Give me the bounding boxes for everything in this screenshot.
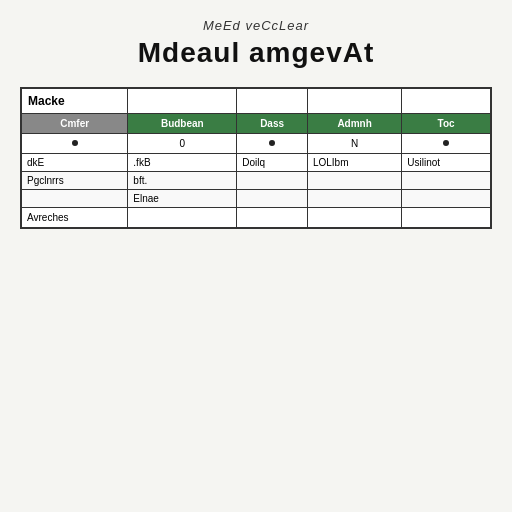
row0-col5 <box>402 134 491 154</box>
main-table: Macke Cmfer Budbean Dass Admnh Toc 0 N <box>20 87 492 229</box>
row1-col4: LOLIbm <box>307 154 401 172</box>
row2-col3 <box>237 172 308 190</box>
macke-col4 <box>307 89 401 114</box>
macke-col5 <box>402 89 491 114</box>
row3-col1 <box>22 190 128 208</box>
row3-col3 <box>237 190 308 208</box>
row4-col3 <box>237 208 308 228</box>
macke-label: Macke <box>22 89 128 114</box>
row4-col5 <box>402 208 491 228</box>
row1-col5: Usilinot <box>402 154 491 172</box>
subtitle: MeEd veCcLear <box>203 18 309 33</box>
header-col5: Toc <box>402 114 491 134</box>
row1-col3: Doilq <box>237 154 308 172</box>
row2-col2: bft. <box>128 172 237 190</box>
row4-col2 <box>128 208 237 228</box>
header-row: Cmfer Budbean Dass Admnh Toc <box>22 114 491 134</box>
data-row-1: dkE .fkB Doilq LOLIbm Usilinot <box>22 154 491 172</box>
row0-col4: N <box>307 134 401 154</box>
macke-row: Macke <box>22 89 491 114</box>
header-col4: Admnh <box>307 114 401 134</box>
header-col3: Dass <box>237 114 308 134</box>
row2-col4 <box>307 172 401 190</box>
row3-col5 <box>402 190 491 208</box>
data-row-4: Avreches <box>22 208 491 228</box>
row2-col5 <box>402 172 491 190</box>
row3-col4 <box>307 190 401 208</box>
data-row-2: Pgclnrrs bft. <box>22 172 491 190</box>
row4-col4 <box>307 208 401 228</box>
data-row-0: 0 N <box>22 134 491 154</box>
row1-col1: dkE <box>22 154 128 172</box>
row0-col2: 0 <box>128 134 237 154</box>
macke-col2 <box>128 89 237 114</box>
header-col2: Budbean <box>128 114 237 134</box>
row0-col1 <box>22 134 128 154</box>
data-row-3: Elnae <box>22 190 491 208</box>
main-title: Mdeaul amgevAt <box>138 37 375 69</box>
row4-col1: Avreches <box>22 208 128 228</box>
row1-col2: .fkB <box>128 154 237 172</box>
row0-col3 <box>237 134 308 154</box>
row2-col1: Pgclnrrs <box>22 172 128 190</box>
macke-col3 <box>237 89 308 114</box>
header-col1: Cmfer <box>22 114 128 134</box>
row3-col2: Elnae <box>128 190 237 208</box>
